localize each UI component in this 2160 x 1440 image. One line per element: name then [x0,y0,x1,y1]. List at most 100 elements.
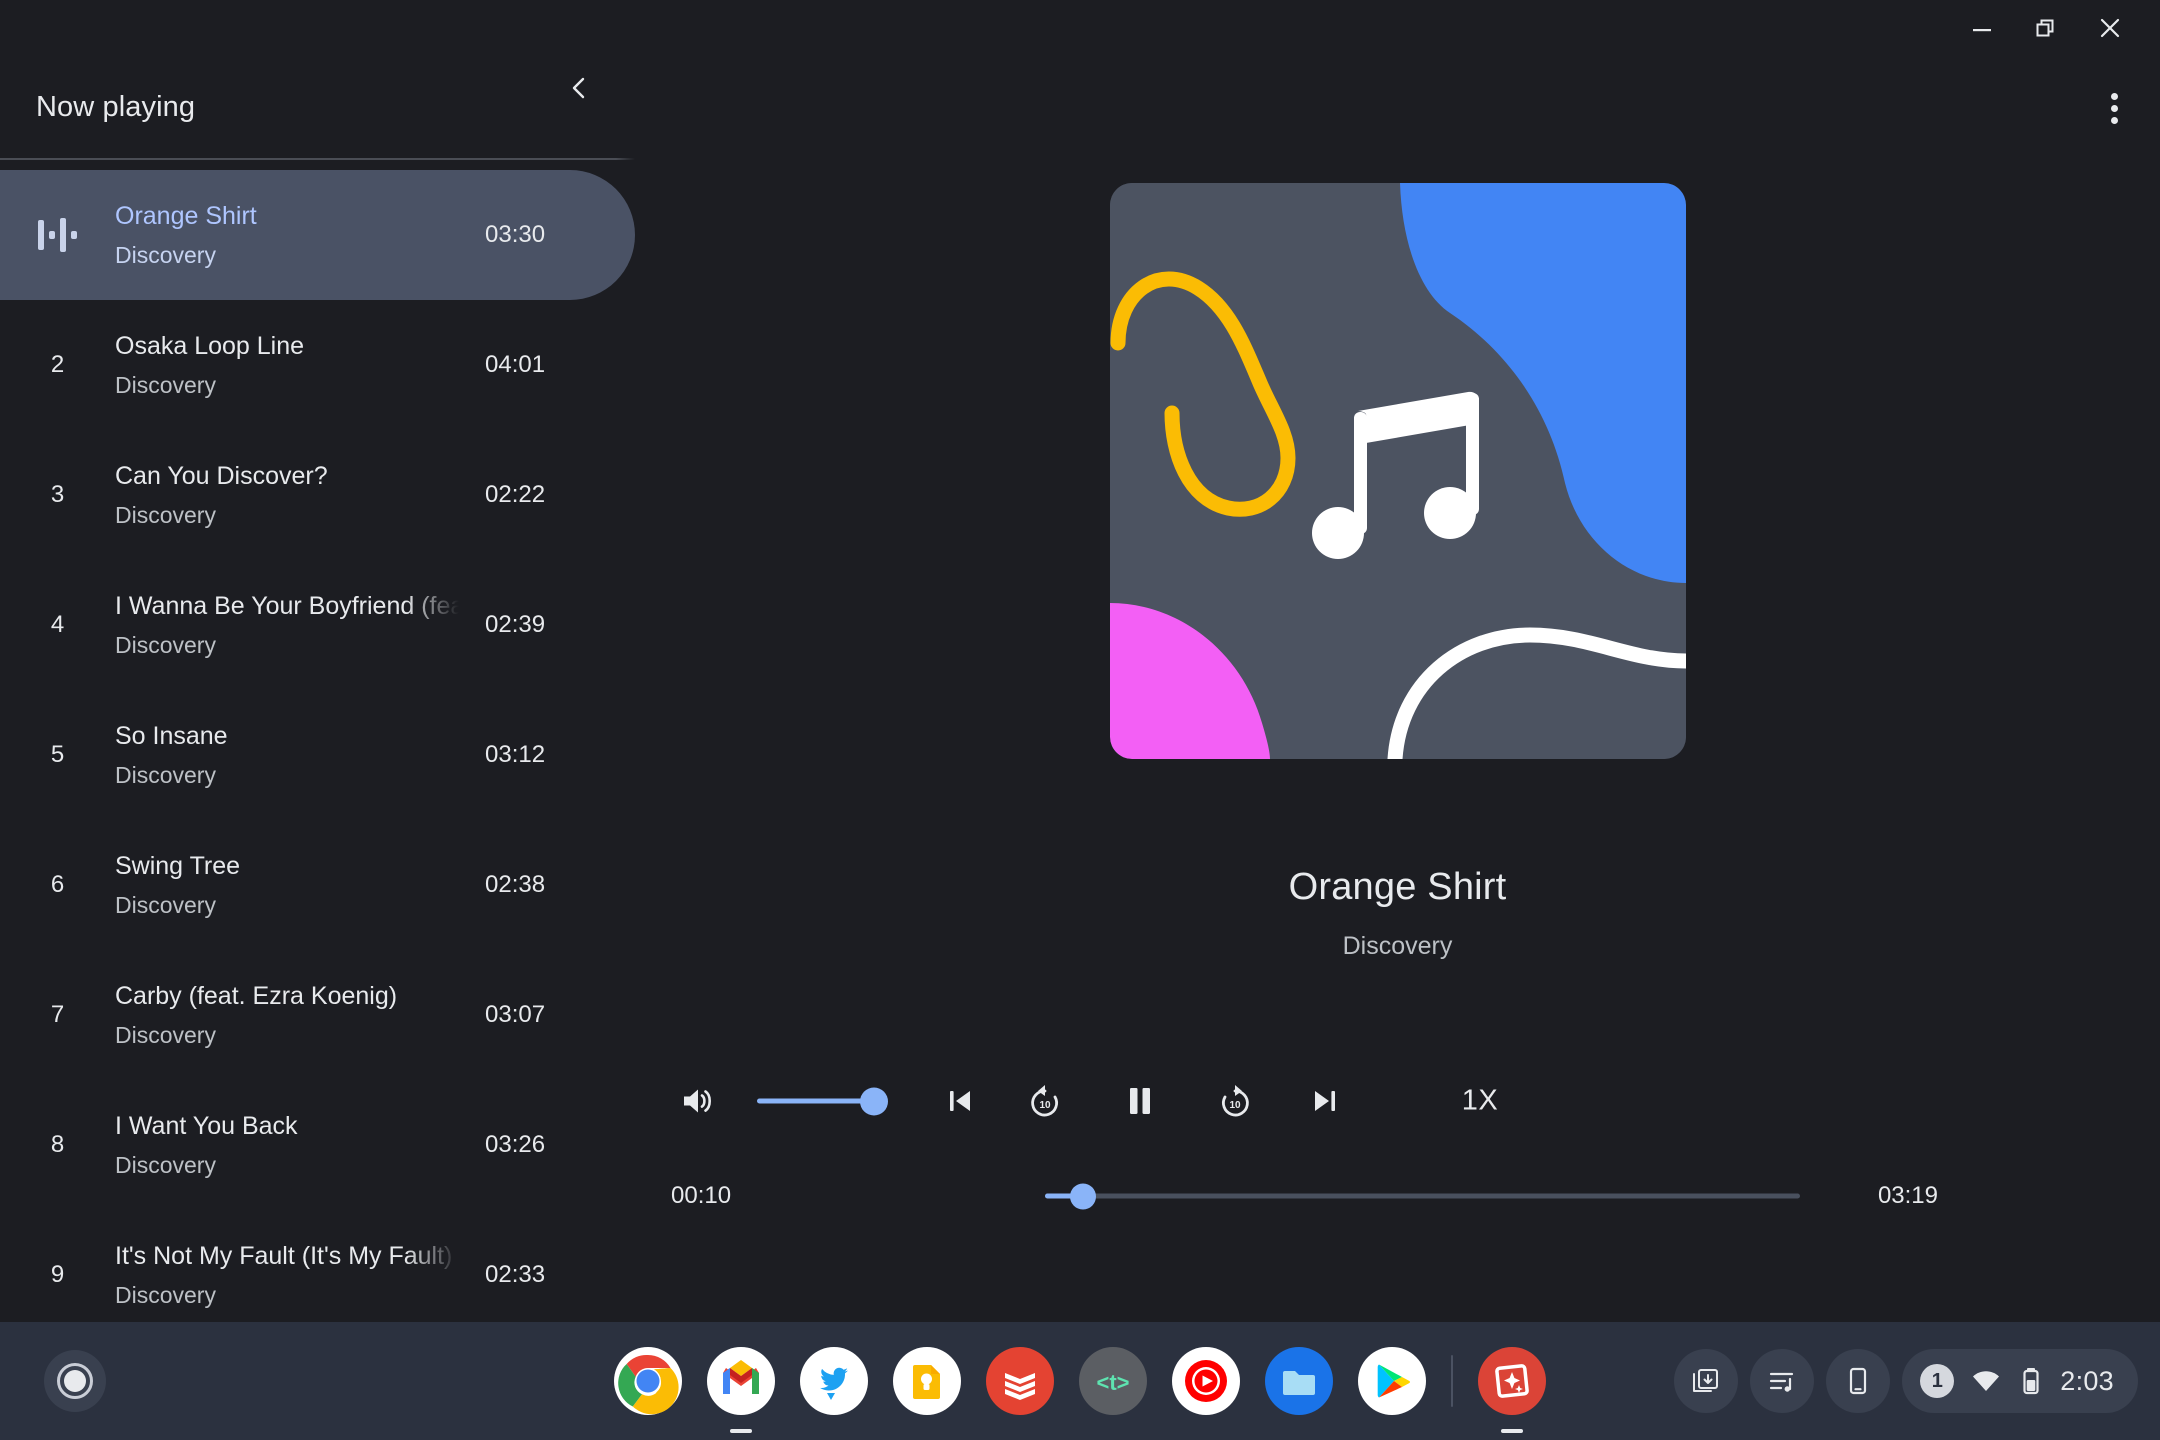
track-index: 3 [50,481,65,508]
total-time: 03:19 [1877,1182,1938,1209]
track-row[interactable]: 7 Carby (feat. Ezra Koenig) Discovery 03:07 [0,950,635,1080]
track-index: 5 [50,741,65,768]
track-artist: Discovery [115,631,216,658]
now-playing-equalizer-icon [0,215,115,255]
restore-button[interactable] [2014,0,2078,56]
track-index: 2 [50,351,65,378]
track-index: 6 [50,871,65,898]
track-meta: It's Not My Fault (It's My Fault) Discove… [115,1232,485,1318]
chromeos-desktop: Now playing Orange Shirt Discovery 03:30 2 O… [0,0,2160,1440]
track-row[interactable]: 4 I Wanna Be Your Boyfriend (feat. Discove… [0,560,635,690]
system-tray: 1 2:03 [1674,1349,2138,1413]
previous-track-button[interactable] [929,1070,991,1132]
shelf-app-chrome[interactable] [614,1347,682,1415]
now-playing-panel: Orange Shirt Discovery 10 10 1X 00:10 03… [635,56,2160,1322]
track-row[interactable]: 9 It's Not My Fault (It's My Fault) Discov… [0,1210,635,1322]
track-title: Osaka Loop Line [115,331,305,360]
track-title: It's Not My Fault (It's My Fault) [115,1241,453,1270]
track-duration: 03:26 [485,1131,546,1158]
current-time: 00:10 [671,1182,732,1209]
shelf-app-keep[interactable] [893,1347,961,1415]
battery-icon [2023,1368,2039,1395]
track-row[interactable]: 5 So Insane Discovery 03:12 [0,690,635,820]
forward-10-button[interactable]: 10 [1204,1070,1266,1132]
now-playing-artist: Discovery [1342,932,1453,960]
svg-text:10: 10 [1039,1100,1051,1111]
playlist[interactable]: Orange Shirt Discovery 03:30 2 Osaka Loop Li… [0,170,635,1322]
track-index: 9 [50,1261,65,1288]
track-duration: 04:01 [485,351,546,378]
next-track-button[interactable] [1294,1070,1356,1132]
app-header: Now playing [0,56,635,159]
shelf-app-list: <t> [614,1347,1546,1415]
shelf-app-gmail[interactable] [707,1347,775,1415]
track-index: 4 [50,611,65,638]
shelf-separator [1451,1355,1453,1407]
track-meta: Orange Shirt Discovery [115,192,485,278]
shelf-app-play-store[interactable] [1358,1347,1426,1415]
shelf-app-todoist[interactable] [986,1347,1054,1415]
progress-slider-knob[interactable] [1069,1183,1096,1209]
minimize-button[interactable] [1950,0,2014,56]
player-controls: 10 10 1X [635,1056,2160,1146]
window-titlebar [0,0,2160,56]
track-duration: 02:33 [485,1261,546,1288]
track-row[interactable]: Orange Shirt Discovery 03:30 [0,170,635,300]
track-meta: Swing Tree Discovery [115,842,485,928]
phone-hub-tray-button[interactable] [1826,1349,1891,1413]
volume-slider-track[interactable] [757,1087,888,1115]
track-duration: 03:12 [485,741,546,768]
volume-slider-knob[interactable] [860,1087,888,1115]
track-title: Can You Discover? [115,461,328,490]
track-duration: 02:22 [485,481,546,508]
track-title: Swing Tree [115,851,241,880]
shelf-app-files[interactable] [1265,1347,1333,1415]
launcher-icon [57,1363,93,1399]
downloads-tray-button[interactable] [1674,1349,1739,1413]
shelf-app-photo-editor[interactable] [1478,1347,1546,1415]
track-title: I Want You Back [115,1111,298,1140]
shelf: <t> 1 2:03 [0,1322,2160,1440]
track-duration: 02:39 [485,611,546,638]
wifi-icon [1973,1371,2000,1391]
track-index: 7 [50,1001,65,1028]
rewind-10-button[interactable]: 10 [1014,1070,1076,1132]
track-meta: I Want You Back Discovery [115,1102,485,1188]
shelf-app-tumblr[interactable]: <t> [1079,1347,1147,1415]
playback-speed-button[interactable]: 1X [1462,1085,1498,1118]
track-artist: Discovery [115,501,216,528]
track-row[interactable]: 3 Can You Discover? Discovery 02:22 [0,430,635,560]
track-duration: 03:07 [485,1001,546,1028]
track-title: I Wanna Be Your Boyfriend (feat. [115,591,460,620]
track-title: So Insane [115,721,228,750]
track-artist: Discovery [115,371,216,398]
progress-slider-track[interactable] [1045,1183,1800,1209]
track-row[interactable]: 2 Osaka Loop Line Discovery 04:01 [0,300,635,430]
status-area-button[interactable]: 1 2:03 [1902,1349,2138,1413]
shelf-app-twitter[interactable] [800,1347,868,1415]
header-divider [0,158,635,160]
media-controls-tray-button[interactable] [1750,1349,1815,1413]
track-meta: So Insane Discovery [115,712,485,798]
track-artist: Discovery [115,1151,216,1178]
shelf-app-youtube-music[interactable] [1172,1347,1240,1415]
track-artist: Discovery [115,1021,216,1048]
volume-icon[interactable] [666,1070,728,1132]
close-button[interactable] [2078,0,2142,56]
page-title: Now playing [36,91,196,123]
launcher-button[interactable] [44,1350,106,1412]
track-artist: Discovery [115,891,216,918]
collapse-panel-button[interactable] [558,66,602,110]
track-meta: Osaka Loop Line Discovery [115,322,485,408]
play-pause-button[interactable] [1109,1070,1171,1132]
track-meta: Can You Discover? Discovery [115,452,485,538]
track-row[interactable]: 6 Swing Tree Discovery 02:38 [0,820,635,950]
track-title: Carby (feat. Ezra Koenig) [115,981,398,1010]
track-index: 8 [50,1131,65,1158]
clock: 2:03 [2060,1365,2114,1396]
track-artist: Discovery [115,241,216,268]
track-artist: Discovery [115,761,216,788]
now-playing-title: Orange Shirt [1288,866,1507,908]
notification-count-badge: 1 [1920,1364,1955,1398]
track-row[interactable]: 8 I Want You Back Discovery 03:26 [0,1080,635,1210]
